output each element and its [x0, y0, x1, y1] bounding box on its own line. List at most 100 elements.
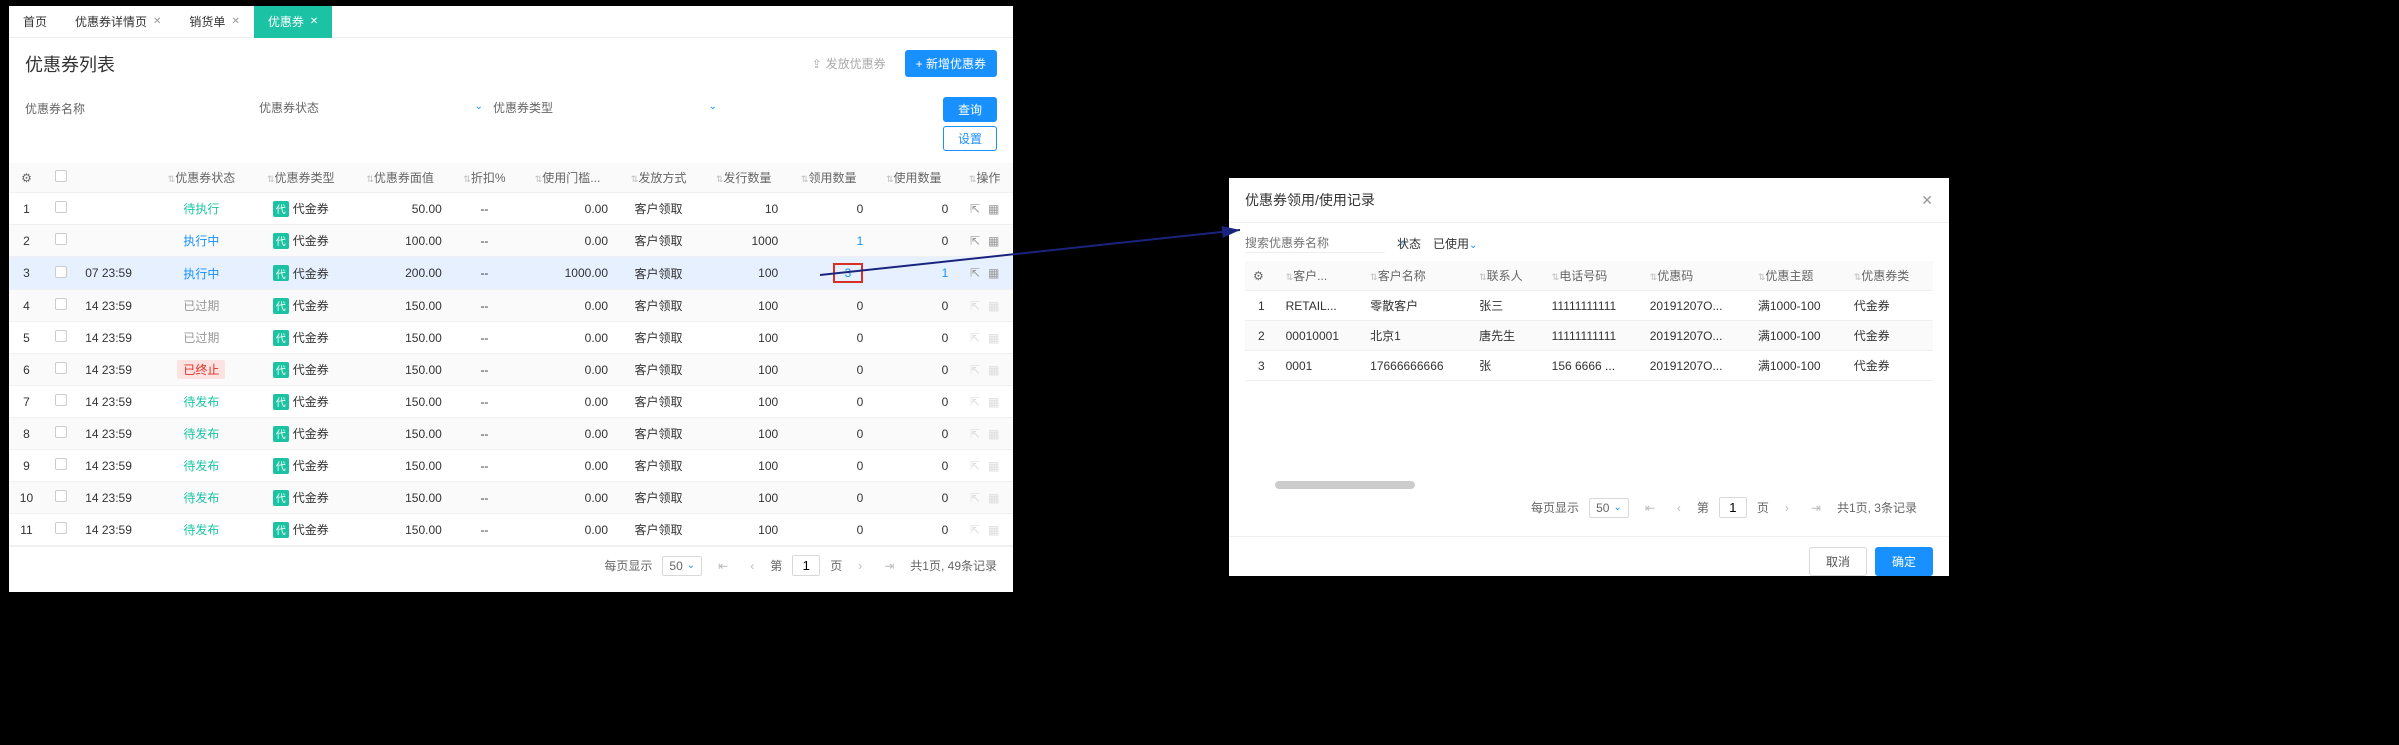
- row-checkbox[interactable]: [55, 362, 67, 374]
- column-header[interactable]: ⇅优惠券状态: [152, 163, 251, 193]
- column-header[interactable]: ⇅领用数量: [786, 163, 871, 193]
- row-checkbox[interactable]: [55, 426, 67, 438]
- close-icon[interactable]: ✕: [231, 16, 239, 27]
- prev-page-button[interactable]: ‹: [1671, 499, 1687, 517]
- horizontal-scrollbar[interactable]: [1275, 481, 1415, 489]
- column-header[interactable]: ⇅发放方式: [616, 163, 701, 193]
- column-header[interactable]: ⇅优惠主题: [1750, 261, 1846, 291]
- claim-count-link[interactable]: 1: [857, 234, 864, 248]
- qr-icon[interactable]: ▦: [988, 459, 999, 473]
- table-row[interactable]: 614 23:59已终止代代金券150.00--0.00客户领取10000⇱▦: [9, 354, 1013, 386]
- table-row[interactable]: 200010001北京1唐先生1111111111120191207O...满1…: [1245, 321, 1933, 351]
- share-icon[interactable]: ⇱: [970, 299, 980, 313]
- column-header[interactable]: ⇅优惠券类型: [251, 163, 350, 193]
- column-header[interactable]: [44, 163, 77, 193]
- row-checkbox[interactable]: [55, 266, 67, 278]
- qr-icon[interactable]: ▦: [988, 523, 999, 537]
- table-row[interactable]: 1014 23:59待发布代代金券150.00--0.00客户领取10000⇱▦: [9, 482, 1013, 514]
- cancel-button[interactable]: 取消: [1809, 547, 1867, 576]
- column-header[interactable]: ⚙: [9, 163, 44, 193]
- share-icon[interactable]: ⇱: [970, 266, 980, 280]
- row-checkbox[interactable]: [55, 201, 67, 213]
- table-row[interactable]: 307 23:59执行中代代金券200.00--1000.00客户领取10031…: [9, 257, 1013, 290]
- filter-status-select[interactable]: ⌄: [325, 97, 485, 117]
- tab-首页[interactable]: 首页: [9, 6, 61, 38]
- tab-优惠券详情页[interactable]: 优惠券详情页✕: [61, 6, 175, 38]
- settings-button[interactable]: 设置: [943, 126, 997, 151]
- close-icon[interactable]: ✕: [310, 16, 318, 27]
- filter-name-input[interactable]: [91, 97, 251, 120]
- tab-销货单[interactable]: 销货单✕: [175, 6, 253, 38]
- gear-icon[interactable]: ⚙: [1253, 269, 1264, 283]
- row-checkbox[interactable]: [55, 330, 67, 342]
- column-header[interactable]: ⇅使用数量: [871, 163, 956, 193]
- share-icon[interactable]: ⇱: [970, 459, 980, 473]
- table-row[interactable]: 1待执行代代金券50.00--0.00客户领取1000⇱▦: [9, 193, 1013, 225]
- share-icon[interactable]: ⇱: [970, 427, 980, 441]
- tab-优惠券[interactable]: 优惠券✕: [254, 6, 332, 38]
- search-button[interactable]: 查询: [943, 97, 997, 122]
- next-page-button[interactable]: ›: [1779, 499, 1795, 517]
- status-filter-select[interactable]: 已使用⌄: [1433, 235, 1553, 252]
- qr-icon[interactable]: ▦: [988, 363, 999, 377]
- column-header[interactable]: ⇅优惠券类: [1846, 261, 1933, 291]
- page-input[interactable]: [792, 555, 820, 576]
- table-row[interactable]: 1114 23:59待发布代代金券150.00--0.00客户领取10000⇱▦: [9, 514, 1013, 546]
- use-count-link[interactable]: 1: [942, 266, 949, 280]
- add-coupon-button[interactable]: + 新增优惠券: [905, 50, 997, 77]
- per-page-select[interactable]: 50⌄: [662, 556, 702, 576]
- column-header[interactable]: [77, 163, 152, 193]
- column-header[interactable]: ⇅发行数量: [701, 163, 786, 193]
- share-icon[interactable]: ⇱: [970, 234, 980, 248]
- table-row[interactable]: 714 23:59待发布代代金券150.00--0.00客户领取10000⇱▦: [9, 386, 1013, 418]
- column-header[interactable]: ⇅客户...: [1278, 261, 1363, 291]
- column-header[interactable]: ⇅联系人: [1471, 261, 1544, 291]
- column-header[interactable]: ⇅客户名称: [1362, 261, 1471, 291]
- ok-button[interactable]: 确定: [1875, 547, 1933, 576]
- table-row[interactable]: 2执行中代代金券100.00--0.00客户领取100010⇱▦: [9, 225, 1013, 257]
- qr-icon[interactable]: ▦: [988, 491, 999, 505]
- row-checkbox[interactable]: [55, 233, 67, 245]
- last-page-button[interactable]: ⇥: [878, 557, 900, 575]
- claim-count-link[interactable]: 3: [833, 263, 864, 283]
- column-header[interactable]: ⇅优惠码: [1642, 261, 1750, 291]
- table-row[interactable]: 3000117666666666张156 6666 ...20191207O..…: [1245, 351, 1933, 381]
- qr-icon[interactable]: ▦: [988, 395, 999, 409]
- share-icon[interactable]: ⇱: [970, 202, 980, 216]
- qr-icon[interactable]: ▦: [988, 202, 999, 216]
- last-page-button[interactable]: ⇥: [1805, 499, 1827, 517]
- next-page-button[interactable]: ›: [852, 557, 868, 575]
- qr-icon[interactable]: ▦: [988, 234, 999, 248]
- column-header[interactable]: ⚙: [1245, 261, 1278, 291]
- close-icon[interactable]: ✕: [1921, 192, 1933, 209]
- row-checkbox[interactable]: [55, 458, 67, 470]
- first-page-button[interactable]: ⇤: [712, 557, 734, 575]
- qr-icon[interactable]: ▦: [988, 427, 999, 441]
- close-icon[interactable]: ✕: [153, 16, 161, 27]
- column-header[interactable]: ⇅折扣%: [450, 163, 519, 193]
- modal-page-input[interactable]: [1719, 497, 1747, 518]
- distribute-coupon-button[interactable]: ⇪发放优惠券: [801, 50, 897, 77]
- column-header[interactable]: ⇅电话号码: [1544, 261, 1642, 291]
- row-checkbox[interactable]: [55, 394, 67, 406]
- prev-page-button[interactable]: ‹: [744, 557, 760, 575]
- table-row[interactable]: 1RETAIL...零散客户张三1111111111120191207O...满…: [1245, 291, 1933, 321]
- row-checkbox[interactable]: [55, 298, 67, 310]
- table-row[interactable]: 514 23:59已过期代代金券150.00--0.00客户领取10000⇱▦: [9, 322, 1013, 354]
- qr-icon[interactable]: ▦: [988, 266, 999, 280]
- checkbox-all[interactable]: [55, 170, 67, 182]
- table-row[interactable]: 914 23:59待发布代代金券150.00--0.00客户领取10000⇱▦: [9, 450, 1013, 482]
- row-checkbox[interactable]: [55, 522, 67, 534]
- first-page-button[interactable]: ⇤: [1639, 499, 1661, 517]
- share-icon[interactable]: ⇱: [970, 523, 980, 537]
- search-input[interactable]: [1245, 236, 1400, 250]
- share-icon[interactable]: ⇱: [970, 395, 980, 409]
- gear-icon[interactable]: ⚙: [21, 171, 32, 185]
- column-header[interactable]: ⇅使用门槛...: [519, 163, 616, 193]
- column-header[interactable]: ⇅操作: [956, 163, 1013, 193]
- share-icon[interactable]: ⇱: [970, 491, 980, 505]
- row-checkbox[interactable]: [55, 490, 67, 502]
- filter-type-select[interactable]: ⌄: [559, 97, 719, 117]
- table-row[interactable]: 814 23:59待发布代代金券150.00--0.00客户领取10000⇱▦: [9, 418, 1013, 450]
- search-box[interactable]: ⌕: [1245, 233, 1385, 253]
